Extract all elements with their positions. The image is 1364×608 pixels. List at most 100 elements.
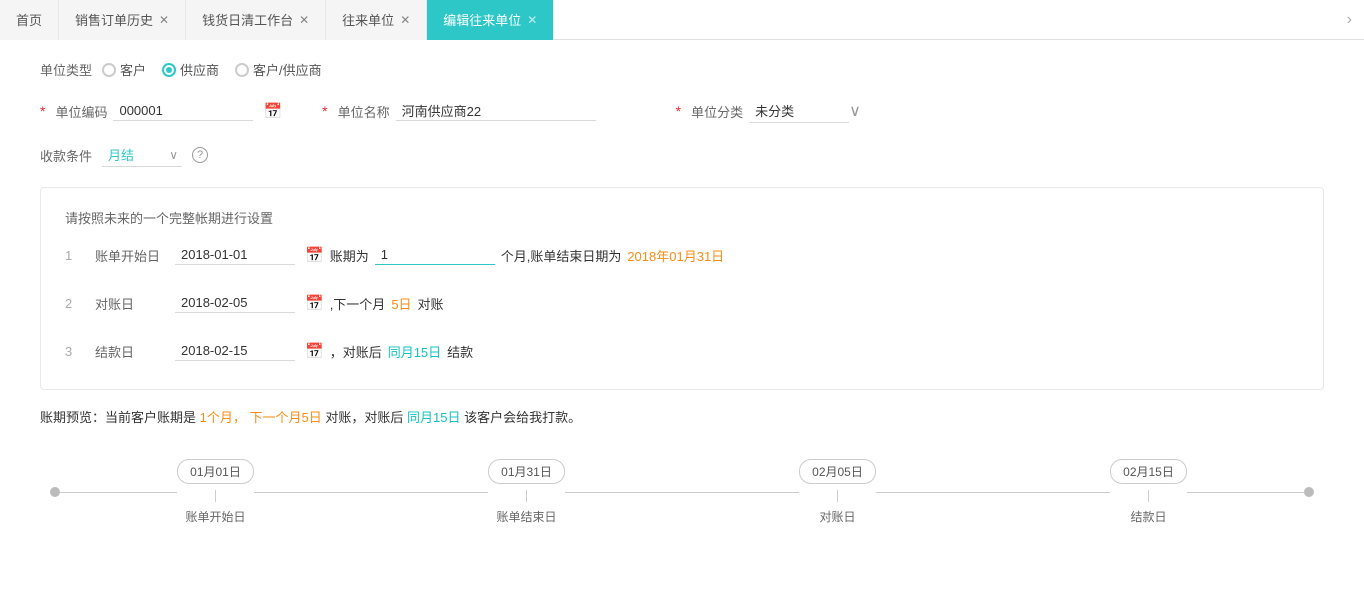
timeline-label-3: 对账日	[820, 508, 856, 525]
row-label-3: 结款日	[95, 342, 165, 361]
period-value-input[interactable]	[375, 245, 495, 265]
tab-partner-close[interactable]: ✕	[400, 13, 410, 27]
row-num-2: 2	[65, 296, 85, 311]
unit-type-row: 单位类型 客户 供应商 客户/供应商	[40, 60, 1324, 79]
timeline-point-2: 01月31日 账单结束日	[488, 459, 565, 525]
tab-sales-order-label: 销售订单历史	[75, 10, 153, 29]
tab-partner[interactable]: 往来单位 ✕	[326, 0, 427, 40]
start-date-input[interactable]	[175, 245, 295, 265]
tab-cash-work[interactable]: 钱货日清工作台 ✕	[186, 0, 326, 40]
reconcile-day: 5日	[391, 294, 411, 313]
row-label-1: 账单开始日	[95, 246, 165, 265]
payment-day: 同月15日	[388, 342, 441, 361]
preview-suffix: 该客户会给我打款。	[464, 410, 581, 425]
radio-customer-circle	[102, 63, 116, 77]
payment-date-input[interactable]	[175, 341, 295, 361]
tab-edit-partner-label: 编辑往来单位	[443, 10, 521, 29]
preview-mid: 下一个月5日	[250, 410, 322, 425]
timeline-tick-2	[526, 490, 527, 502]
help-icon[interactable]: ?	[192, 147, 208, 163]
period-row-3: 3 结款日 📅 ，对账后 同月15日 结款	[65, 341, 1299, 361]
payment-row: 收款条件 月结 ∨ ?	[40, 143, 1324, 167]
timeline-label-2: 账单结束日	[497, 508, 557, 525]
reconcile-date-input[interactable]	[175, 293, 295, 313]
row-num-3: 3	[65, 344, 85, 359]
timeline-line-5	[1187, 492, 1304, 493]
tab-cash-work-close[interactable]: ✕	[299, 13, 309, 27]
reconcile-date-cal[interactable]: 📅	[305, 294, 324, 312]
unit-category-dropdown[interactable]: 未分类 ∨	[749, 99, 861, 123]
timeline-line-3	[565, 492, 799, 493]
row-label-2: 对账日	[95, 294, 165, 313]
preview-prefix: 账期预览：当前客户账期是	[40, 410, 196, 425]
tab-edit-partner[interactable]: 编辑往来单位 ✕	[427, 0, 554, 40]
tab-bar: 首页 销售订单历史 ✕ 钱货日清工作台 ✕ 往来单位 ✕ 编辑往来单位 ✕ ›	[0, 0, 1364, 40]
radio-supplier[interactable]: 供应商	[162, 60, 219, 79]
timeline-date-2: 01月31日	[488, 459, 565, 484]
tab-edit-partner-close[interactable]: ✕	[527, 13, 537, 27]
timeline-point-3: 02月05日 对账日	[799, 459, 876, 525]
timeline-start-dot	[50, 487, 60, 497]
timeline-end-dot	[1304, 487, 1314, 497]
payment-prefix: ，对账后	[330, 342, 382, 361]
tab-arrow-right[interactable]: ›	[1335, 11, 1364, 29]
radio-supplier-label: 供应商	[180, 60, 219, 79]
row-content-2: 📅 ,下一个月5日 对账	[175, 293, 444, 313]
payment-dropdown[interactable]: 月结 ∨	[102, 143, 182, 167]
tab-sales-order[interactable]: 销售订单历史 ✕	[59, 0, 186, 40]
radio-both-circle	[235, 63, 249, 77]
payment-date-cal[interactable]: 📅	[305, 342, 324, 360]
preview-highlight: 同月15日	[407, 410, 460, 425]
radio-both[interactable]: 客户/供应商	[235, 60, 322, 79]
timeline-label-4: 结款日	[1131, 508, 1167, 525]
period-label: 账期为	[330, 246, 369, 265]
period-row-2: 2 对账日 📅 ,下一个月5日 对账	[65, 293, 1299, 313]
radio-both-label: 客户/供应商	[253, 60, 322, 79]
preview-mid2: 对账，对账后	[325, 410, 407, 425]
timeline-tick-3	[837, 490, 838, 502]
card-title: 请按照未来的一个完整帐期进行设置	[65, 208, 1299, 227]
timeline-tick-4	[1148, 490, 1149, 502]
unit-name-input[interactable]	[396, 101, 596, 121]
unit-category-arrow: ∨	[849, 101, 861, 121]
unit-category-value: 未分类	[749, 99, 849, 123]
unit-name-group: * 单位名称	[322, 101, 595, 121]
period-row-1: 1 账单开始日 📅 账期为 个月,账单结束日期为 2018年01月31日	[65, 245, 1299, 265]
timeline-label-1: 账单开始日	[186, 508, 246, 525]
radio-customer-label: 客户	[120, 60, 146, 79]
unit-type-label: 单位类型	[40, 60, 92, 79]
unit-info-row: * 单位编码 📅 * 单位名称 * 单位分类 未分类 ∨	[40, 99, 1324, 123]
unit-code-icon[interactable]: 📅	[263, 102, 282, 120]
timeline-line-4	[876, 492, 1110, 493]
tab-partner-label: 往来单位	[342, 10, 394, 29]
radio-customer[interactable]: 客户	[102, 60, 146, 79]
payment-label: 收款条件	[40, 146, 92, 165]
unit-category-group: * 单位分类 未分类 ∨	[676, 99, 861, 123]
unit-code-required: *	[40, 103, 45, 119]
timeline-point-4: 02月15日 结款日	[1110, 459, 1187, 525]
timeline-line-1	[60, 492, 177, 493]
payment-suffix: 结款	[447, 342, 473, 361]
start-date-cal[interactable]: 📅	[305, 246, 324, 264]
unit-name-label: 单位名称	[338, 102, 390, 121]
payment-value: 月结	[102, 143, 182, 167]
row-content-3: 📅 ，对账后 同月15日 结款	[175, 341, 473, 361]
period-month-label: 个月,账单结束日期为	[501, 246, 622, 265]
row-num-1: 1	[65, 248, 85, 263]
tab-sales-order-close[interactable]: ✕	[159, 13, 169, 27]
preview-period: 1个月，	[200, 410, 246, 425]
unit-code-group: * 单位编码 📅	[40, 101, 282, 121]
timeline-date-3: 02月05日	[799, 459, 876, 484]
tab-home-label: 首页	[16, 10, 42, 29]
timeline-point-1: 01月01日 账单开始日	[177, 459, 254, 525]
unit-code-input[interactable]	[113, 101, 253, 121]
preview-bar: 账期预览：当前客户账期是 1个月， 下一个月5日 对账，对账后 同月15日 该客…	[40, 406, 1324, 429]
unit-code-label: 单位编码	[55, 102, 107, 121]
unit-category-label: 单位分类	[691, 102, 743, 121]
timeline-date-1: 01月01日	[177, 459, 254, 484]
radio-group: 客户 供应商 客户/供应商	[102, 60, 322, 79]
reconcile-prefix: ,下一个月	[330, 294, 386, 313]
tab-cash-work-label: 钱货日清工作台	[202, 10, 293, 29]
timeline-line-2	[254, 492, 488, 493]
tab-home[interactable]: 首页	[0, 0, 59, 40]
